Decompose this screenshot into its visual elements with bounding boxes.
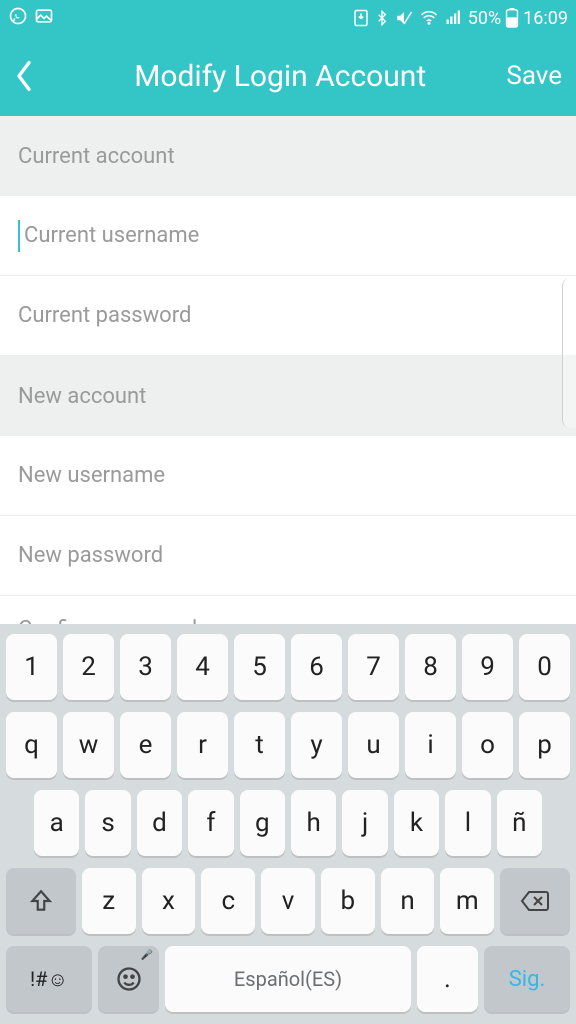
key-j[interactable]: j — [342, 790, 387, 856]
key-m[interactable]: m — [440, 868, 494, 934]
keyboard: 1 2 3 4 5 6 7 8 9 0 q w e r t y u i o p … — [0, 624, 576, 1024]
section-current-account: Current account — [0, 116, 576, 196]
keyboard-row-bottom: !#☺ 🎤 Español(ES) . Sig. — [6, 946, 570, 1012]
shift-key[interactable] — [6, 868, 76, 934]
current-password-placeholder: Current password — [18, 303, 191, 328]
key-6[interactable]: 6 — [291, 634, 342, 700]
key-w[interactable]: w — [63, 712, 114, 778]
bluetooth-icon — [374, 9, 390, 27]
wifi-icon — [418, 9, 440, 27]
shift-icon — [28, 888, 54, 914]
form-content: Current account Current username Current… — [0, 116, 576, 646]
key-q[interactable]: q — [6, 712, 57, 778]
key-2[interactable]: 2 — [63, 634, 114, 700]
keyboard-row-4: z x c v b n m — [6, 868, 570, 934]
keyboard-row-3: a s d f g h j k l ñ — [6, 790, 570, 856]
key-t[interactable]: t — [234, 712, 285, 778]
symbols-key[interactable]: !#☺ — [6, 946, 92, 1012]
current-password-field[interactable]: Current password — [0, 276, 576, 356]
period-key[interactable]: . — [417, 946, 478, 1012]
key-p[interactable]: p — [519, 712, 570, 778]
app-bar: Modify Login Account Save — [0, 36, 576, 116]
key-z[interactable]: z — [82, 868, 136, 934]
new-password-placeholder: New password — [18, 543, 163, 568]
new-password-field[interactable]: New password — [0, 516, 576, 596]
key-ñ[interactable]: ñ — [497, 790, 542, 856]
key-c[interactable]: c — [201, 868, 255, 934]
save-button[interactable]: Save — [506, 61, 562, 91]
key-h[interactable]: h — [291, 790, 336, 856]
download-icon — [352, 9, 370, 27]
key-g[interactable]: g — [240, 790, 285, 856]
clock: 16:09 — [523, 8, 568, 29]
new-username-placeholder: New username — [18, 463, 165, 488]
current-username-field[interactable]: Current username — [0, 196, 576, 276]
backspace-icon — [520, 890, 550, 912]
keyboard-row-2: q w e r t y u i o p — [6, 712, 570, 778]
key-1[interactable]: 1 — [6, 634, 57, 700]
emoji-key[interactable]: 🎤 — [98, 946, 159, 1012]
scroll-handle[interactable] — [562, 278, 576, 428]
key-x[interactable]: x — [142, 868, 196, 934]
whatsapp-icon — [8, 6, 28, 30]
section-new-account: New account — [0, 356, 576, 436]
key-r[interactable]: r — [177, 712, 228, 778]
mic-hint-icon: 🎤 — [141, 950, 153, 961]
key-l[interactable]: l — [445, 790, 490, 856]
battery-percent: 50% — [468, 8, 501, 29]
key-s[interactable]: s — [85, 790, 130, 856]
backspace-key[interactable] — [500, 868, 570, 934]
battery-icon — [505, 8, 519, 28]
key-0[interactable]: 0 — [519, 634, 570, 700]
key-i[interactable]: i — [405, 712, 456, 778]
key-9[interactable]: 9 — [462, 634, 513, 700]
key-b[interactable]: b — [321, 868, 375, 934]
key-4[interactable]: 4 — [177, 634, 228, 700]
status-bar: 50% 16:09 — [0, 0, 576, 36]
image-icon — [34, 6, 54, 30]
key-k[interactable]: k — [394, 790, 439, 856]
emoji-icon — [115, 965, 143, 993]
keyboard-row-1: 1 2 3 4 5 6 7 8 9 0 — [6, 634, 570, 700]
key-y[interactable]: y — [291, 712, 342, 778]
current-username-placeholder: Current username — [24, 223, 199, 248]
key-5[interactable]: 5 — [234, 634, 285, 700]
key-f[interactable]: f — [188, 790, 233, 856]
key-8[interactable]: 8 — [405, 634, 456, 700]
spacebar[interactable]: Español(ES) — [165, 946, 410, 1012]
key-e[interactable]: e — [120, 712, 171, 778]
mute-icon — [394, 9, 414, 27]
key-u[interactable]: u — [348, 712, 399, 778]
back-button[interactable] — [14, 59, 54, 93]
signal-icon — [444, 9, 464, 27]
go-key[interactable]: Sig. — [484, 946, 570, 1012]
key-7[interactable]: 7 — [348, 634, 399, 700]
key-d[interactable]: d — [137, 790, 182, 856]
key-v[interactable]: v — [261, 868, 315, 934]
new-username-field[interactable]: New username — [0, 436, 576, 516]
page-title: Modify Login Account — [134, 59, 426, 94]
text-cursor — [18, 220, 20, 252]
key-a[interactable]: a — [34, 790, 79, 856]
key-n[interactable]: n — [381, 868, 435, 934]
key-3[interactable]: 3 — [120, 634, 171, 700]
key-o[interactable]: o — [462, 712, 513, 778]
